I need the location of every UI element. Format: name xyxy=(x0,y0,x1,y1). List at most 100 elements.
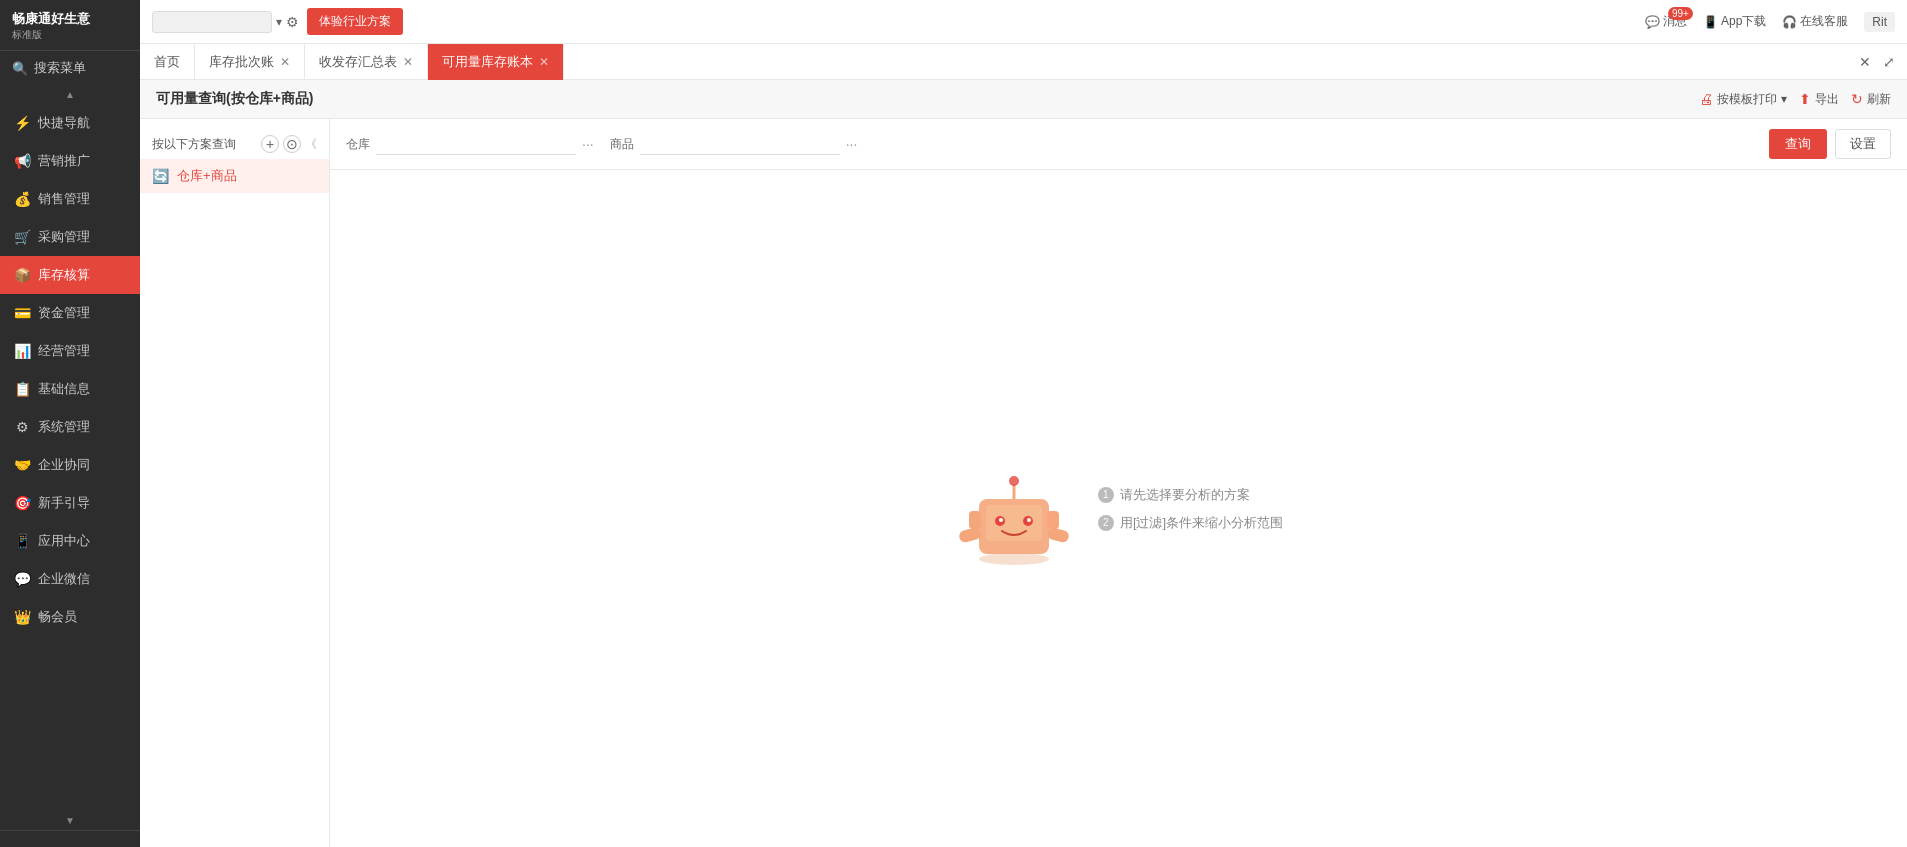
message-badge: 99+ xyxy=(1668,7,1693,20)
nav-icon-onboarding: 🎯 xyxy=(14,495,30,511)
nav-label-system: 系统管理 xyxy=(38,418,90,436)
sidebar-item-basic-info[interactable]: 📋 基础信息 xyxy=(0,370,140,408)
logo-title: 畅康通好生意 xyxy=(12,10,128,28)
svg-rect-11 xyxy=(958,526,982,543)
filter-panel-label: 按以下方案查询 xyxy=(152,136,236,153)
tab-label-inventory-summary: 收发存汇总表 xyxy=(319,53,397,71)
tab-expand-btn[interactable]: ⤢ xyxy=(1879,52,1899,72)
print-icon: 🖨 xyxy=(1699,91,1713,107)
sidebar-item-wechat[interactable]: 💬 企业微信 xyxy=(0,560,140,598)
nav-label-inventory: 库存核算 xyxy=(38,266,90,284)
app-label: App下载 xyxy=(1721,13,1766,30)
headset-icon: 🎧 xyxy=(1782,15,1797,29)
filter-settings-btn[interactable]: ⊙ xyxy=(283,135,301,153)
nav-label-enterprise: 企业协同 xyxy=(38,456,90,474)
filter-add-btn[interactable]: + xyxy=(261,135,279,153)
nav-label-quick-nav: 快捷导航 xyxy=(38,114,90,132)
print-dropdown-icon[interactable]: ▾ xyxy=(1781,92,1787,106)
sidebar-search[interactable]: 🔍 搜索菜单 xyxy=(0,51,140,85)
sidebar-scroll-up[interactable]: ▲ xyxy=(0,85,140,104)
nav-icon-business: 📊 xyxy=(14,343,30,359)
warehouse-more-btn[interactable]: ··· xyxy=(582,136,594,152)
online-service-btn[interactable]: 🎧 在线客服 xyxy=(1782,13,1848,30)
main-area: ▾ ⚙ 体验行业方案 💬 消息 99+ 📱 App下载 🎧 在线客服 Rit xyxy=(140,0,1907,847)
industry-btn[interactable]: 体验行业方案 xyxy=(307,8,403,35)
tab-label-available-ledger: 可用量库存账本 xyxy=(442,53,533,71)
query-area: 仓库 ··· 商品 ··· 查询 设置 xyxy=(330,119,1907,847)
svg-rect-9 xyxy=(969,511,981,529)
hint-text-2: 用[过滤]条件来缩小分析范围 xyxy=(1120,514,1283,532)
refresh-btn[interactable]: ↻ 刷新 xyxy=(1851,91,1891,108)
tab-close-btn[interactable]: ✕ xyxy=(1855,52,1875,72)
sidebar-item-inventory[interactable]: 📦 库存核算 xyxy=(0,256,140,294)
top-header: ▾ ⚙ 体验行业方案 💬 消息 99+ 📱 App下载 🎧 在线客服 Rit xyxy=(140,0,1907,44)
print-label: 按模板打印 xyxy=(1717,91,1777,108)
sidebar-item-app-center[interactable]: 📱 应用中心 xyxy=(0,522,140,560)
search-icon: 🔍 xyxy=(12,61,28,76)
tab-close-batch-account[interactable]: ✕ xyxy=(280,55,290,69)
header-dropdown-btn[interactable]: ▾ xyxy=(276,15,282,29)
tab-close-available-ledger[interactable]: ✕ xyxy=(539,55,549,69)
nav-label-member: 畅会员 xyxy=(38,608,77,626)
sidebar-item-enterprise[interactable]: 🤝 企业协同 xyxy=(0,446,140,484)
nav-icon-finance: 💳 xyxy=(14,305,30,321)
filter-item-warehouse-goods[interactable]: 🔄 仓库+商品 xyxy=(140,159,329,193)
sidebar-item-system[interactable]: ⚙ 系统管理 xyxy=(0,408,140,446)
nav-label-wechat: 企业微信 xyxy=(38,570,90,588)
message-btn[interactable]: 💬 消息 99+ xyxy=(1645,13,1687,30)
print-template-btn[interactable]: 🖨 按模板打印 ▾ xyxy=(1699,91,1787,108)
sidebar-item-member[interactable]: 👑 畅会员 xyxy=(0,598,140,636)
nav-icon-member: 👑 xyxy=(14,609,30,625)
nav-icon-inventory: 📦 xyxy=(14,267,30,283)
nav-icon-quick-nav: ⚡ xyxy=(14,115,30,131)
goods-input[interactable] xyxy=(640,134,840,155)
sidebar-nav: ⚡ 快捷导航 📢 营销推广 💰 销售管理 🛒 采购管理 📦 库存核算 💳 资金管… xyxy=(0,104,140,811)
query-button[interactable]: 查询 xyxy=(1769,129,1827,159)
header-gear-btn[interactable]: ⚙ xyxy=(286,14,299,30)
sidebar-item-finance[interactable]: 💳 资金管理 xyxy=(0,294,140,332)
sidebar-logo: 畅康通好生意 标准版 xyxy=(0,0,140,51)
tab-inventory-summary[interactable]: 收发存汇总表 ✕ xyxy=(305,44,428,80)
phone-icon: 📱 xyxy=(1703,15,1718,29)
svg-point-5 xyxy=(999,518,1003,522)
nav-icon-purchase: 🛒 xyxy=(14,229,30,245)
user-profile-btn[interactable]: Rit xyxy=(1864,12,1895,32)
goods-more-btn[interactable]: ··· xyxy=(846,136,858,152)
tab-batch-account[interactable]: 库存批次账 ✕ xyxy=(195,44,305,80)
tab-home[interactable]: 首页 xyxy=(140,44,195,80)
sidebar-search-label: 搜索菜单 xyxy=(34,59,86,77)
logo-subtitle: 标准版 xyxy=(12,28,128,42)
tabs-right: ✕ ⤢ xyxy=(1855,52,1907,72)
sidebar-item-purchase[interactable]: 🛒 采购管理 xyxy=(0,218,140,256)
tab-label-home: 首页 xyxy=(154,53,180,71)
sidebar-item-marketing[interactable]: 📢 营销推广 xyxy=(0,142,140,180)
empty-illustration xyxy=(954,449,1074,569)
hint-text-1: 请先选择要分析的方案 xyxy=(1120,486,1250,504)
app-download-btn[interactable]: 📱 App下载 xyxy=(1703,13,1766,30)
nav-label-basic-info: 基础信息 xyxy=(38,380,90,398)
header-search-input[interactable] xyxy=(152,11,272,33)
hint-num-2: 2 xyxy=(1098,515,1114,531)
refresh-label: 刷新 xyxy=(1867,91,1891,108)
sidebar-item-business[interactable]: 📊 经营管理 xyxy=(0,332,140,370)
tab-close-inventory-summary[interactable]: ✕ xyxy=(403,55,413,69)
tab-available-ledger[interactable]: 可用量库存账本 ✕ xyxy=(428,44,564,80)
filter-panel-actions: + ⊙ 《 xyxy=(261,135,317,153)
svg-point-0 xyxy=(979,553,1049,565)
sidebar: 畅康通好生意 标准版 🔍 搜索菜单 ▲ ⚡ 快捷导航 📢 营销推广 💰 销售管理… xyxy=(0,0,140,847)
tab-label-batch-account: 库存批次账 xyxy=(209,53,274,71)
settings-button[interactable]: 设置 xyxy=(1835,129,1891,159)
empty-state: 1 请先选择要分析的方案 2 用[过滤]条件来缩小分析范围 xyxy=(330,170,1907,847)
export-btn[interactable]: ⬆ 导出 xyxy=(1799,91,1839,108)
sidebar-item-sales[interactable]: 💰 销售管理 xyxy=(0,180,140,218)
export-label: 导出 xyxy=(1815,91,1839,108)
warehouse-goods-icon: 🔄 xyxy=(152,168,169,184)
sidebar-item-onboarding[interactable]: 🎯 新手引导 xyxy=(0,484,140,522)
tabs-bar: 首页 库存批次账 ✕ 收发存汇总表 ✕ 可用量库存账本 ✕ ✕ ⤢ xyxy=(140,44,1907,80)
page-actions: 🖨 按模板打印 ▾ ⬆ 导出 ↻ 刷新 xyxy=(1699,91,1891,108)
filter-collapse-btn[interactable]: 《 xyxy=(305,136,317,153)
sidebar-item-quick-nav[interactable]: ⚡ 快捷导航 xyxy=(0,104,140,142)
nav-label-finance: 资金管理 xyxy=(38,304,90,322)
warehouse-input[interactable] xyxy=(376,134,576,155)
sidebar-scroll-down[interactable]: ▼ xyxy=(0,811,140,830)
